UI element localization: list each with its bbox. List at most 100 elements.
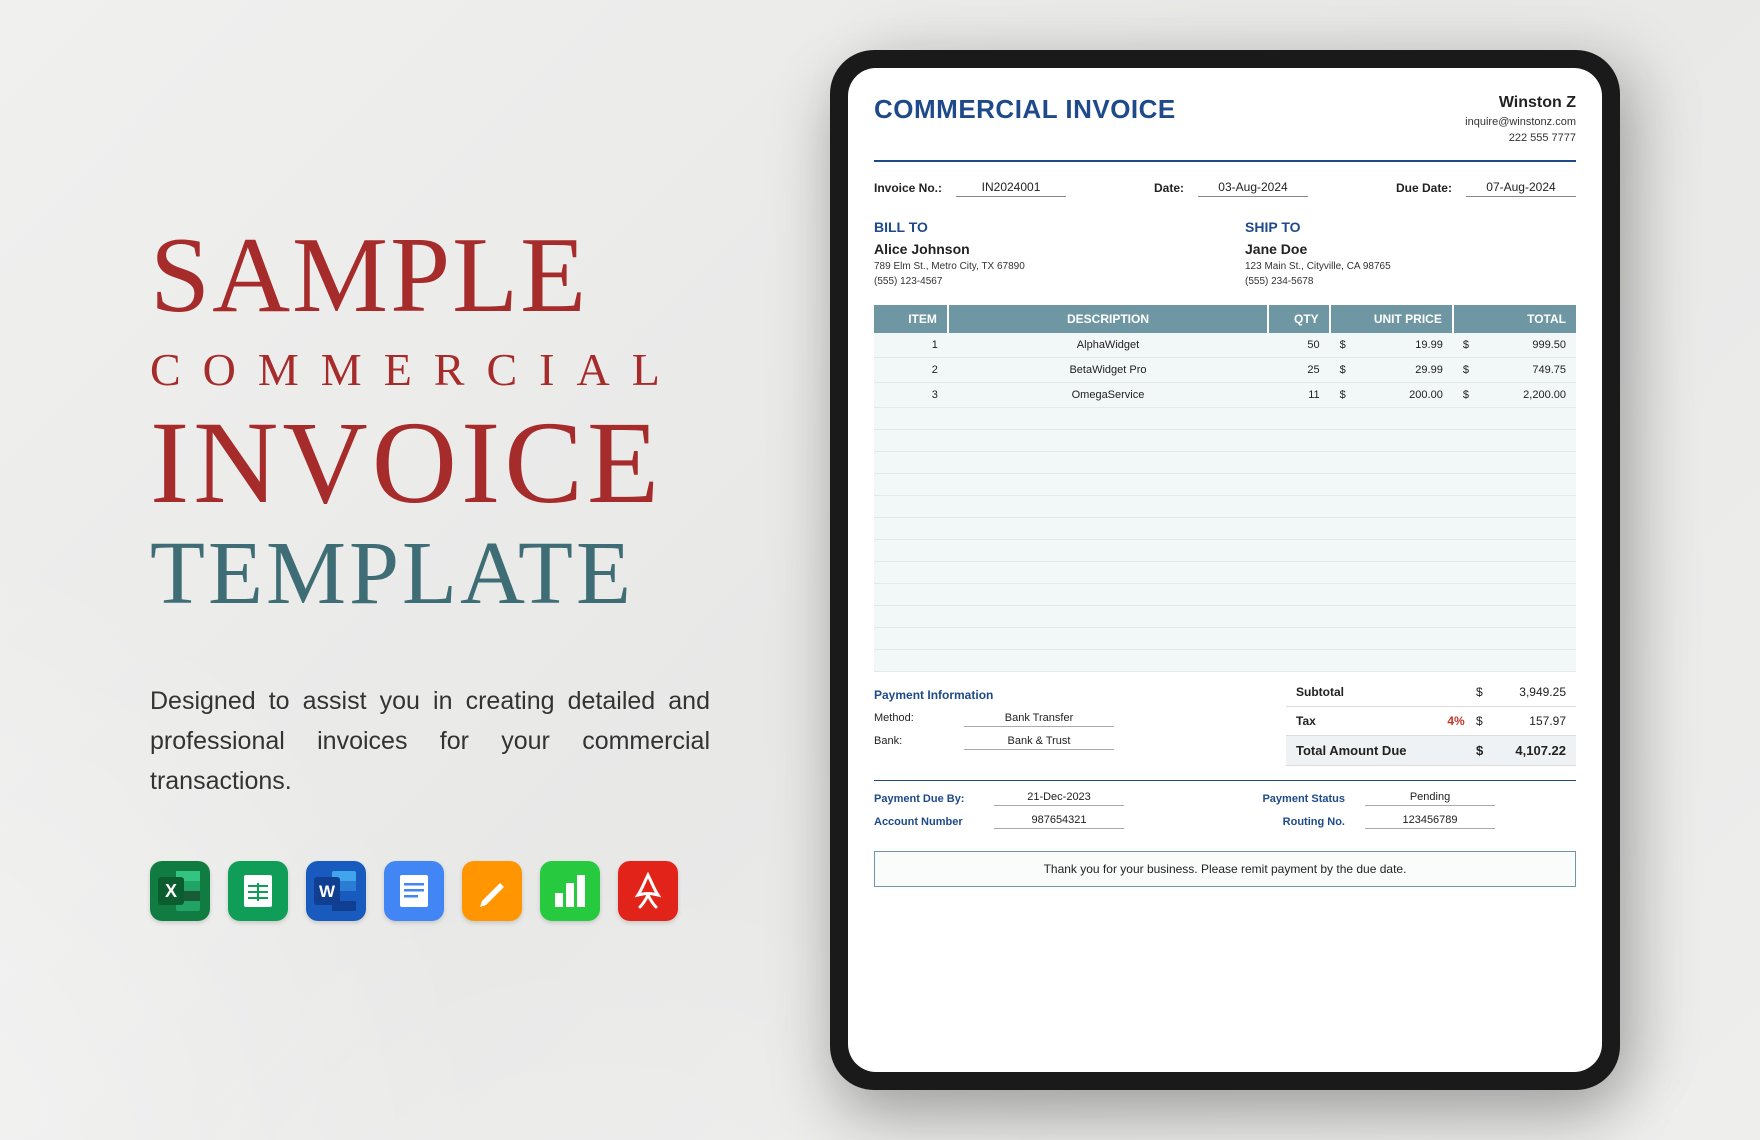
item-total: 2,200.00 bbox=[1453, 383, 1576, 408]
heading-line-3: INVOICE bbox=[150, 401, 780, 525]
heading-line-1: SAMPLE bbox=[150, 219, 780, 332]
invoice-no-value: IN2024001 bbox=[956, 178, 1066, 197]
company-email: inquire@winstonz.com bbox=[1465, 116, 1576, 128]
date-label: Date: bbox=[1154, 181, 1184, 195]
pages-icon[interactable] bbox=[462, 861, 522, 921]
table-row bbox=[874, 430, 1576, 452]
invoice-meta-row: Invoice No.: IN2024001 Date: 03-Aug-2024… bbox=[874, 172, 1576, 211]
heading-line-2: COMMERCIAL bbox=[150, 346, 780, 394]
routing-no-value: 123456789 bbox=[1365, 814, 1495, 829]
tax-percent: 4% bbox=[1436, 714, 1476, 728]
payment-method-label: Method: bbox=[874, 712, 964, 727]
tablet-frame: COMMERCIAL INVOICE Winston Z inquire@win… bbox=[830, 50, 1620, 1090]
table-row bbox=[874, 496, 1576, 518]
tax-label: Tax bbox=[1296, 714, 1436, 728]
item-n: 2 bbox=[874, 358, 948, 383]
item-desc: OmegaService bbox=[948, 383, 1268, 408]
item-qty: 11 bbox=[1268, 383, 1330, 408]
due-date-label: Due Date: bbox=[1396, 181, 1452, 195]
grand-total-label: Total Amount Due bbox=[1296, 743, 1436, 758]
tax-value: 157.97 bbox=[1476, 714, 1566, 728]
table-row bbox=[874, 540, 1576, 562]
ship-to-heading: SHIP TO bbox=[1245, 219, 1576, 235]
item-price: 200.00 bbox=[1330, 383, 1453, 408]
totals-section: Payment Information Method: Bank Transfe… bbox=[874, 678, 1576, 766]
subtotal-value: 3,949.25 bbox=[1476, 685, 1566, 699]
thank-you-message: Thank you for your business. Please remi… bbox=[874, 851, 1576, 887]
item-n: 1 bbox=[874, 333, 948, 358]
bill-to-phone: (555) 123-4567 bbox=[874, 276, 1205, 287]
ship-to-name: Jane Doe bbox=[1245, 241, 1576, 257]
item-n: 3 bbox=[874, 383, 948, 408]
docs-icon[interactable] bbox=[384, 861, 444, 921]
payment-info-heading: Payment Information bbox=[874, 688, 1286, 702]
table-row bbox=[874, 474, 1576, 496]
subtotal-label: Subtotal bbox=[1296, 685, 1436, 699]
table-row bbox=[874, 408, 1576, 430]
grand-total-value: 4,107.22 bbox=[1476, 743, 1566, 758]
item-qty: 50 bbox=[1268, 333, 1330, 358]
item-price: 29.99 bbox=[1330, 358, 1453, 383]
table-row bbox=[874, 628, 1576, 650]
payment-status-label: Payment Status bbox=[1245, 793, 1345, 805]
payment-status-value: Pending bbox=[1365, 791, 1495, 806]
heading-line-4: TEMPLATE bbox=[150, 527, 780, 622]
sheets-icon[interactable] bbox=[228, 861, 288, 921]
item-total: 999.50 bbox=[1453, 333, 1576, 358]
payment-bank-label: Bank: bbox=[874, 735, 964, 750]
description-text: Designed to assist you in creating detai… bbox=[150, 681, 710, 801]
item-price: 19.99 bbox=[1330, 333, 1453, 358]
payment-due-by-label: Payment Due By: bbox=[874, 793, 994, 805]
table-row bbox=[874, 518, 1576, 540]
invoice-document: COMMERCIAL INVOICE Winston Z inquire@win… bbox=[848, 68, 1602, 1072]
payment-due-by-value: 21-Dec-2023 bbox=[994, 791, 1124, 806]
table-row bbox=[874, 562, 1576, 584]
table-row: 1 AlphaWidget 50 19.99 999.50 bbox=[874, 333, 1576, 358]
word-icon[interactable]: W bbox=[306, 861, 366, 921]
excel-icon[interactable]: X bbox=[150, 861, 210, 921]
company-name: Winston Z bbox=[1465, 94, 1576, 112]
col-unit-price: UNIT PRICE bbox=[1330, 305, 1453, 333]
routing-no-label: Routing No. bbox=[1245, 816, 1345, 828]
item-desc: AlphaWidget bbox=[948, 333, 1268, 358]
col-total: TOTAL bbox=[1453, 305, 1576, 333]
parties-row: BILL TO Alice Johnson 789 Elm St., Metro… bbox=[874, 219, 1576, 291]
company-block: Winston Z inquire@winstonz.com 222 555 7… bbox=[1465, 94, 1576, 144]
item-desc: BetaWidget Pro bbox=[948, 358, 1268, 383]
divider bbox=[874, 780, 1576, 781]
bottom-meta: Payment Due By: 21-Dec-2023 Account Numb… bbox=[874, 791, 1576, 837]
format-icons-row: X W bbox=[150, 861, 780, 921]
ship-to-phone: (555) 234-5678 bbox=[1245, 276, 1576, 287]
payment-info-block: Payment Information Method: Bank Transfe… bbox=[874, 678, 1286, 766]
bill-to-heading: BILL TO bbox=[874, 219, 1205, 235]
col-qty: QTY bbox=[1268, 305, 1330, 333]
invoice-title: COMMERCIAL INVOICE bbox=[874, 94, 1176, 125]
numbers-icon[interactable] bbox=[540, 861, 600, 921]
items-table: ITEM DESCRIPTION QTY UNIT PRICE TOTAL 1 … bbox=[874, 305, 1576, 672]
table-row bbox=[874, 606, 1576, 628]
table-row bbox=[874, 650, 1576, 672]
pdf-icon[interactable] bbox=[618, 861, 678, 921]
table-row: 2 BetaWidget Pro 25 29.99 749.75 bbox=[874, 358, 1576, 383]
ship-to-address: 123 Main St., Cityville, CA 98765 bbox=[1245, 261, 1576, 272]
left-panel: SAMPLE COMMERCIAL INVOICE TEMPLATE Desig… bbox=[0, 219, 780, 921]
invoice-header: COMMERCIAL INVOICE Winston Z inquire@win… bbox=[874, 94, 1576, 154]
payment-bank-value: Bank & Trust bbox=[964, 735, 1114, 750]
company-phone: 222 555 7777 bbox=[1465, 132, 1576, 144]
bill-to-address: 789 Elm St., Metro City, TX 67890 bbox=[874, 261, 1205, 272]
divider bbox=[874, 160, 1576, 162]
table-row bbox=[874, 584, 1576, 606]
bill-to-block: BILL TO Alice Johnson 789 Elm St., Metro… bbox=[874, 219, 1205, 291]
table-row: 3 OmegaService 11 200.00 2,200.00 bbox=[874, 383, 1576, 408]
bill-to-name: Alice Johnson bbox=[874, 241, 1205, 257]
totals-block: Subtotal 3,949.25 Tax 4% 157.97 Total Am… bbox=[1286, 678, 1576, 766]
ship-to-block: SHIP TO Jane Doe 123 Main St., Cityville… bbox=[1245, 219, 1576, 291]
hero-heading: SAMPLE COMMERCIAL INVOICE TEMPLATE bbox=[150, 219, 780, 621]
date-value: 03-Aug-2024 bbox=[1198, 178, 1308, 197]
account-number-label: Account Number bbox=[874, 816, 994, 828]
payment-method-value: Bank Transfer bbox=[964, 712, 1114, 727]
svg-text:W: W bbox=[319, 882, 336, 901]
due-date-value: 07-Aug-2024 bbox=[1466, 178, 1576, 197]
account-number-value: 987654321 bbox=[994, 814, 1124, 829]
invoice-no-label: Invoice No.: bbox=[874, 181, 942, 195]
